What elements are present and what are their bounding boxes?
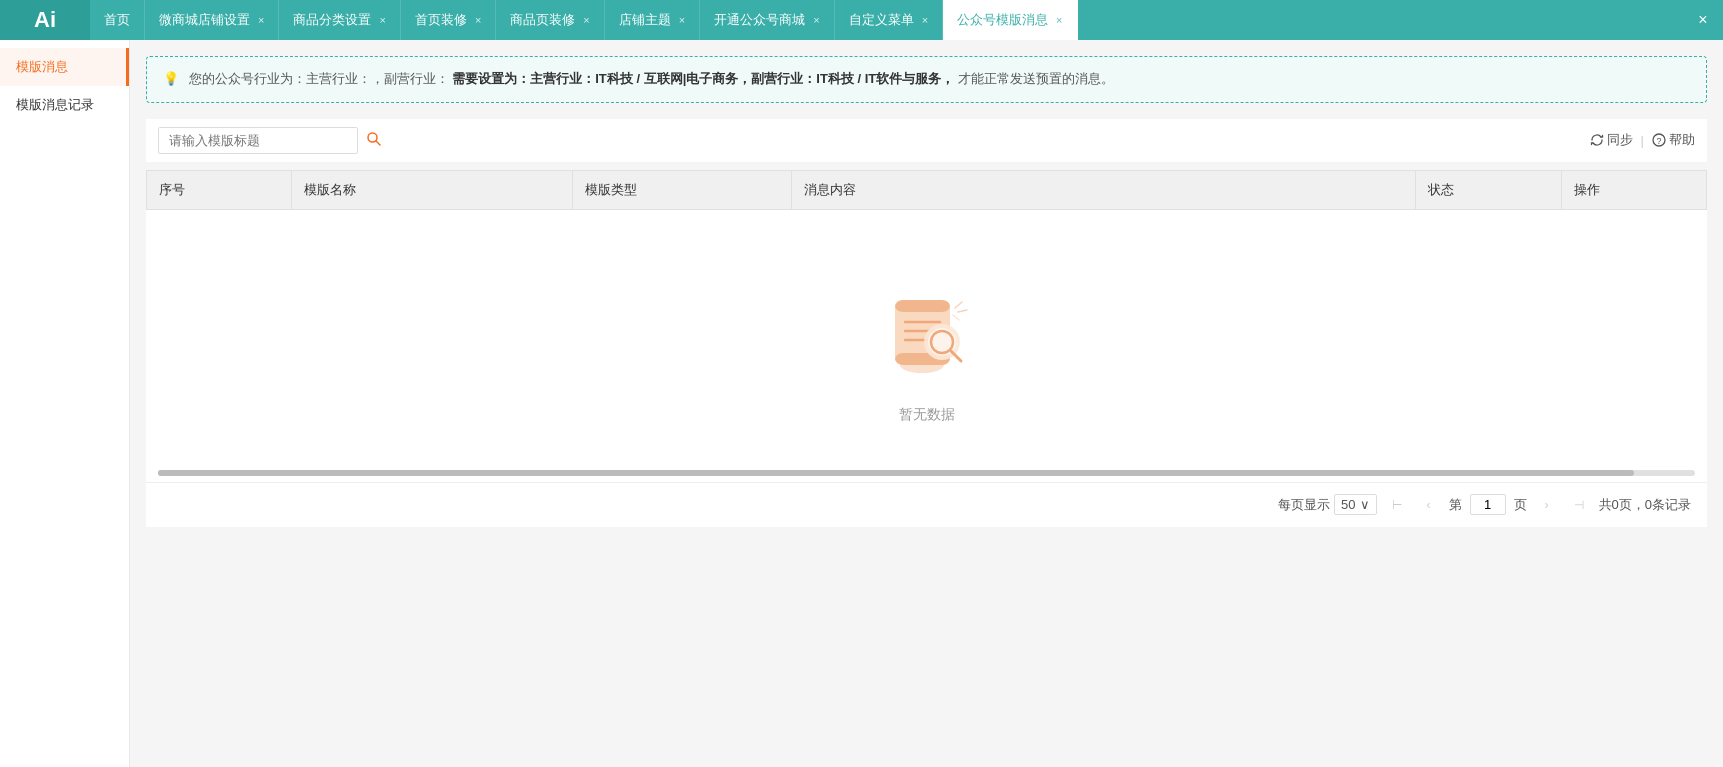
svg-line-15: [955, 302, 962, 308]
notice-suffix: 才能正常发送预置的消息。: [958, 71, 1114, 86]
sidebar-item-0[interactable]: 模版消息: [0, 48, 129, 86]
page-layout: 模版消息模版消息记录 💡 您的公众号行业为：主营行业：，副营行业： 需要设置为：…: [0, 40, 1723, 767]
pagination: 每页显示 50 ∨ ⊢ ‹ 第 页 › ⊣ 共0页，0条记录: [146, 482, 1707, 527]
empty-state: 暂无数据: [146, 210, 1707, 464]
per-page-label: 每页显示: [1278, 496, 1330, 514]
nav-tab-close-1[interactable]: ×: [258, 14, 264, 26]
per-page-select: 每页显示 50 ∨: [1278, 494, 1376, 515]
nav-tab-label-8: 公众号模版消息: [957, 11, 1048, 29]
toolbar-right: 同步 | ? 帮助: [1590, 131, 1695, 149]
nav-tab-close-5[interactable]: ×: [679, 14, 685, 26]
nav-tab-close-2[interactable]: ×: [379, 14, 385, 26]
table-col-5: 操作: [1561, 170, 1706, 209]
total-info: 共0页，0条记录: [1599, 496, 1691, 514]
sync-button[interactable]: 同步: [1590, 131, 1633, 149]
prev-page-button[interactable]: ‹: [1417, 493, 1441, 517]
first-page-button[interactable]: ⊢: [1385, 493, 1409, 517]
svg-line-1: [376, 141, 380, 145]
table-header: 序号模版名称模版类型消息内容状态操作: [147, 170, 1707, 209]
nav-tab-label-3: 首页装修: [415, 11, 467, 29]
nav-tab-4[interactable]: 商品页装修 ×: [496, 0, 604, 40]
svg-line-17: [953, 315, 959, 320]
table-col-1: 模版名称: [292, 170, 573, 209]
per-page-dropdown[interactable]: 50 ∨: [1334, 494, 1376, 515]
nav-tab-close-3[interactable]: ×: [475, 14, 481, 26]
toolbar-divider: |: [1641, 133, 1644, 148]
help-button[interactable]: ? 帮助: [1652, 131, 1695, 149]
search-input[interactable]: [158, 127, 358, 154]
toolbar: 同步 | ? 帮助: [146, 119, 1707, 162]
last-page-button[interactable]: ⊣: [1567, 493, 1591, 517]
table-wrapper: 序号模版名称模版类型消息内容状态操作: [146, 170, 1707, 464]
svg-rect-6: [895, 300, 950, 312]
nav-tab-close-4[interactable]: ×: [583, 14, 589, 26]
notice-box: 💡 您的公众号行业为：主营行业：，副营行业： 需要设置为：主营行业：IT科技 /…: [146, 56, 1707, 103]
sync-label: 同步: [1607, 131, 1633, 149]
help-label: 帮助: [1669, 131, 1695, 149]
nav-tab-3[interactable]: 首页装修 ×: [401, 0, 496, 40]
search-icon: [366, 131, 382, 147]
notice-icon: 💡: [163, 71, 179, 86]
nav-tab-label-6: 开通公众号商城: [714, 11, 805, 29]
nav-tab-label-5: 店铺主题: [619, 11, 671, 29]
table-col-4: 状态: [1416, 170, 1561, 209]
horizontal-scrollbar[interactable]: [146, 464, 1707, 482]
scroll-thumb[interactable]: [158, 470, 1634, 476]
sidebar: 模版消息模版消息记录: [0, 40, 130, 767]
top-nav: Ai 首页微商城店铺设置×商品分类设置×首页装修×商品页装修×店铺主题×开通公众…: [0, 0, 1723, 40]
nav-tab-close-8[interactable]: ×: [1056, 14, 1062, 26]
page-label-pre: 第: [1449, 496, 1462, 514]
notice-prefix: 您的公众号行业为：主营行业：，副营行业：: [189, 71, 449, 86]
nav-tab-1[interactable]: 微商城店铺设置 ×: [145, 0, 279, 40]
nav-tab-label-2: 商品分类设置: [293, 11, 371, 29]
notice-highlight: 需要设置为：主营行业：IT科技 / 互联网|电子商务，副营行业：IT科技 / I…: [452, 71, 954, 86]
nav-tab-close-7[interactable]: ×: [922, 14, 928, 26]
next-page-button[interactable]: ›: [1535, 493, 1559, 517]
nav-tab-close-6[interactable]: ×: [813, 14, 819, 26]
nav-tab-0[interactable]: 首页: [90, 0, 145, 40]
search-button[interactable]: [366, 131, 382, 150]
close-all-button[interactable]: ×: [1683, 0, 1723, 40]
empty-icon: [867, 270, 987, 390]
main-content: 💡 您的公众号行业为：主营行业：，副营行业： 需要设置为：主营行业：IT科技 /…: [130, 40, 1723, 767]
search-area: [158, 127, 382, 154]
sync-icon: [1590, 133, 1604, 147]
nav-tab-2[interactable]: 商品分类设置 ×: [279, 0, 400, 40]
nav-tab-8[interactable]: 公众号模版消息 ×: [943, 0, 1077, 40]
nav-tab-label-7: 自定义菜单: [849, 11, 914, 29]
nav-tabs: 首页微商城店铺设置×商品分类设置×首页装修×商品页装修×店铺主题×开通公众号商城…: [90, 0, 1683, 40]
table-col-2: 模版类型: [573, 170, 792, 209]
brand-logo: Ai: [0, 0, 90, 40]
empty-text: 暂无数据: [146, 406, 1707, 424]
sidebar-item-1[interactable]: 模版消息记录: [0, 86, 129, 124]
data-table: 序号模版名称模版类型消息内容状态操作: [146, 170, 1707, 210]
nav-tab-label-4: 商品页装修: [510, 11, 575, 29]
nav-tab-6[interactable]: 开通公众号商城 ×: [700, 0, 834, 40]
table-col-0: 序号: [147, 170, 292, 209]
nav-tab-label-0: 首页: [104, 11, 130, 29]
table-col-3: 消息内容: [792, 170, 1416, 209]
svg-line-16: [958, 310, 967, 312]
page-number-input[interactable]: [1470, 494, 1506, 515]
nav-tab-label-1: 微商城店铺设置: [159, 11, 250, 29]
nav-tab-7[interactable]: 自定义菜单 ×: [835, 0, 943, 40]
help-icon: ?: [1652, 133, 1666, 147]
svg-text:?: ?: [1656, 136, 1661, 146]
nav-tab-5[interactable]: 店铺主题 ×: [605, 0, 700, 40]
scroll-track[interactable]: [158, 470, 1695, 476]
page-label-suf: 页: [1514, 496, 1527, 514]
